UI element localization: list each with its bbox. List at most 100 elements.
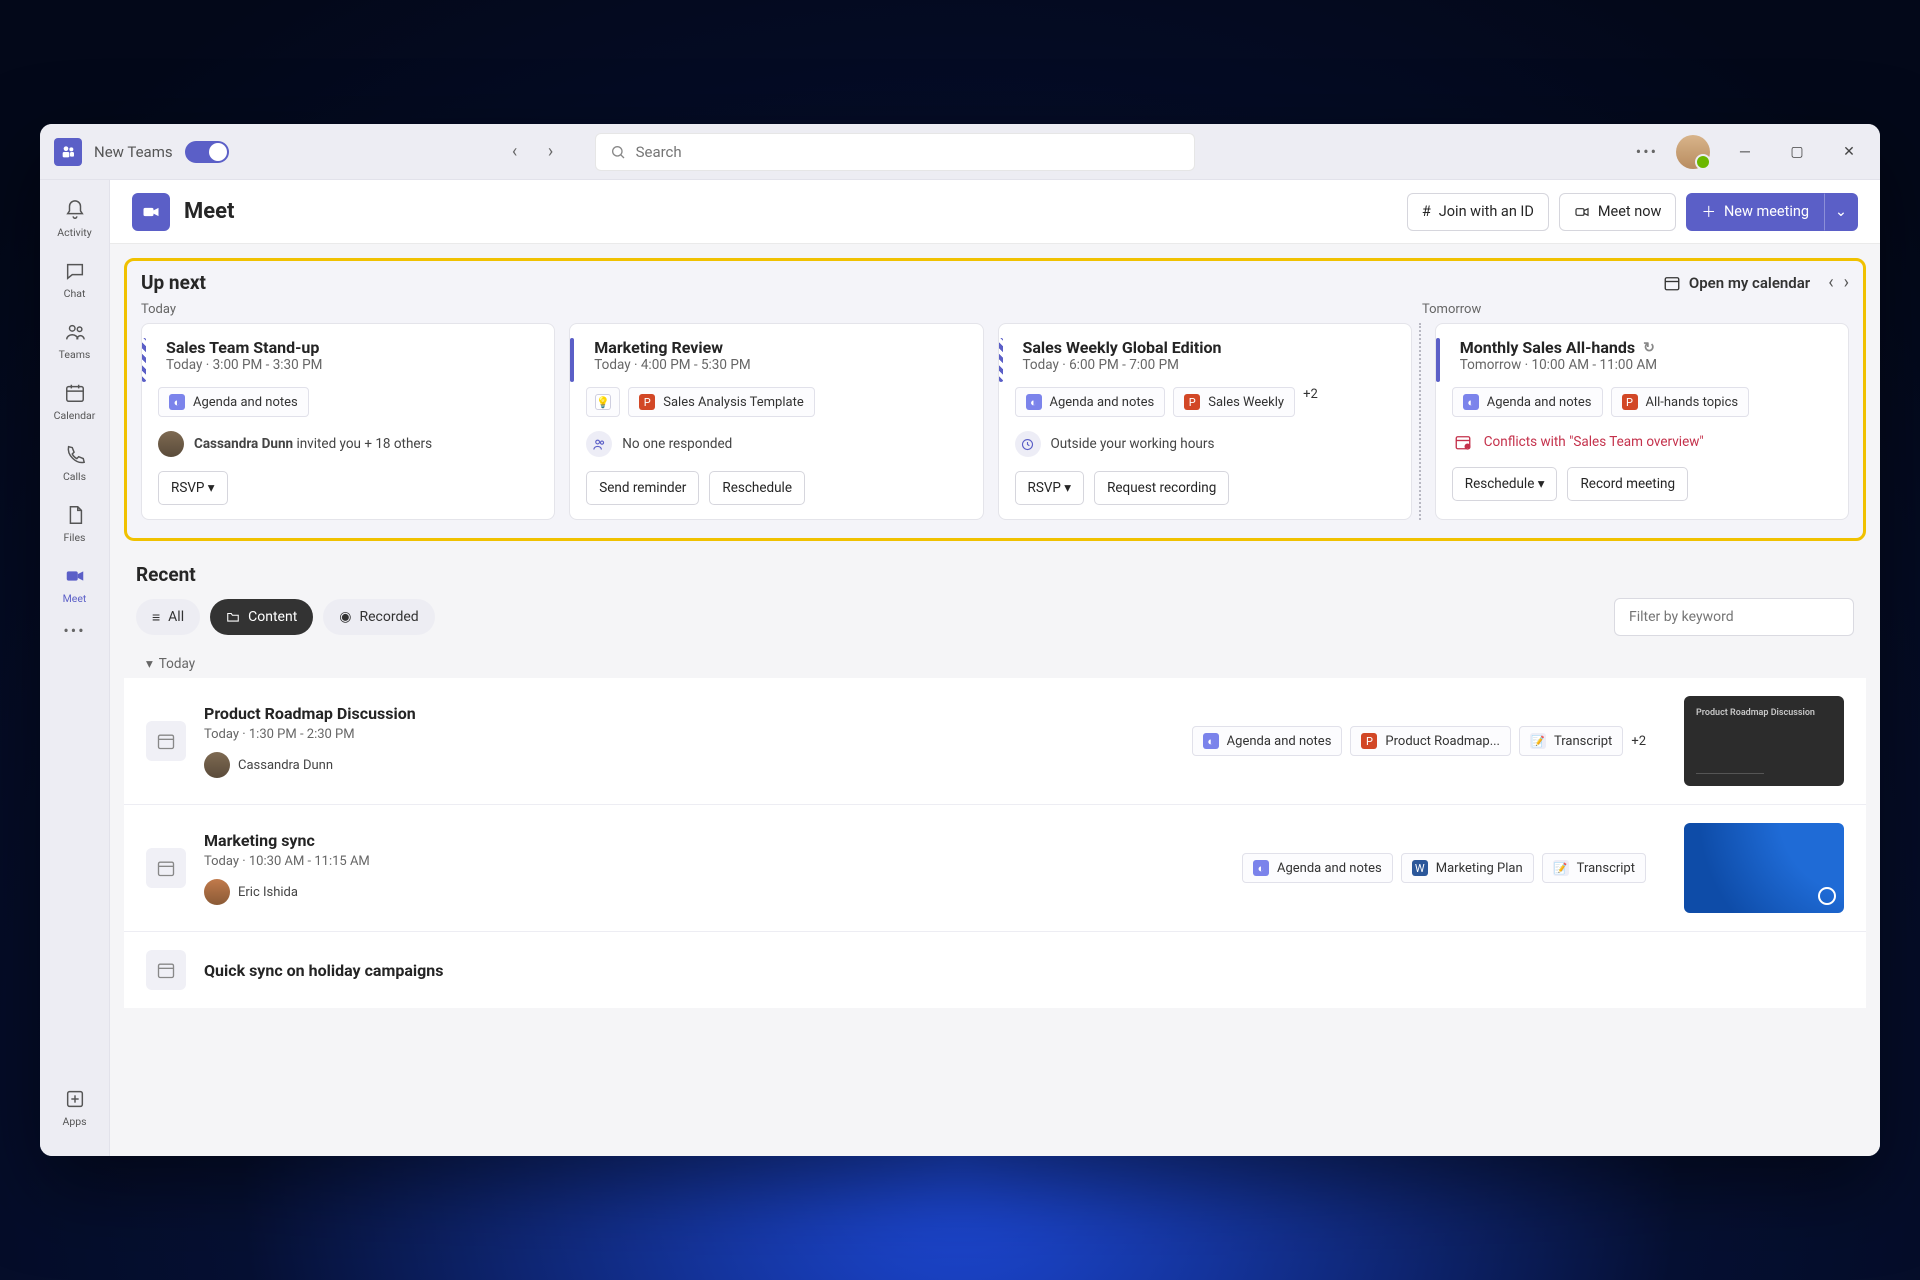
attachment-chip[interactable]: PSales Analysis Template [628,387,814,417]
rail-calls[interactable]: Calls [46,434,104,491]
chip-all[interactable]: ≡ All [136,599,200,635]
loop-icon: ◐ [169,394,185,410]
powerpoint-icon: P [1622,394,1638,410]
today-label: Today [141,302,1422,317]
rail-chat[interactable]: Chat [46,251,104,308]
day-separator [1419,323,1421,520]
meeting-title: Marketing Review [586,338,968,357]
apps-icon [63,1087,87,1111]
attachment-chip[interactable]: WMarketing Plan [1401,853,1534,883]
search-box[interactable] [595,133,1195,171]
attachment-chip[interactable]: ◐Agenda and notes [1452,387,1603,417]
more-options-button[interactable]: ••• [1636,142,1658,161]
attachment-chip[interactable]: PProduct Roadmap... [1350,726,1511,756]
user-avatar[interactable] [1676,135,1710,169]
search-icon [610,144,626,160]
chip-recorded[interactable]: ◉ Recorded [323,599,434,635]
people-outline-icon [586,431,612,457]
rail-apps[interactable]: Apps [46,1079,104,1136]
recording-thumbnail[interactable] [1684,823,1844,913]
attachment-chip[interactable]: PSales Weekly [1173,387,1295,417]
chip-content[interactable]: Content [210,599,313,635]
new-teams-label: New Teams [94,143,173,161]
record-meeting-button[interactable]: Record meeting [1567,467,1688,501]
recent-item[interactable]: Quick sync on holiday campaigns [124,932,1866,1008]
people-icon [63,320,87,344]
recent-item-time: Today · 1:30 PM - 2:30 PM [204,727,484,742]
rail-meet[interactable]: Meet [46,556,104,613]
meeting-card[interactable]: Monthly Sales All-hands ↻ Tomorrow · 10:… [1435,323,1849,520]
recording-thumbnail[interactable]: Product Roadmap Discussion [1684,696,1844,786]
meeting-card[interactable]: Sales Weekly Global Edition Today · 6:00… [998,323,1412,520]
attachment-chip[interactable]: PAll-hands topics [1611,387,1750,417]
minimize-button[interactable]: ─ [1728,136,1762,168]
response-info: No one responded [586,431,968,457]
overflow-count[interactable]: +2 [1303,387,1318,417]
recurring-icon: ↻ [1643,340,1655,356]
app-rail: Activity Chat Teams Calendar Calls Files [40,180,110,1156]
maximize-button[interactable]: ▢ [1780,136,1814,168]
conflict-icon: ! [1452,431,1474,453]
recent-item[interactable]: Marketing sync Today · 10:30 AM - 11:15 … [124,805,1866,932]
recent-item-title: Marketing sync [204,831,484,850]
list-icon: ≡ [152,609,160,626]
attachment-chip[interactable]: ◐Agenda and notes [1015,387,1166,417]
open-my-calendar-button[interactable]: Open my calendar [1663,274,1810,292]
meeting-card[interactable]: Sales Team Stand-up Today · 3:00 PM - 3:… [141,323,555,520]
organizer-avatar [158,431,184,457]
transcript-icon: 📝 [1530,733,1546,749]
meet-header-icon [132,193,170,231]
attachment-chip[interactable]: ◐Agenda and notes [158,387,309,417]
loop-icon: ◐ [1253,860,1269,876]
lightbulb-icon: 💡 [595,394,611,410]
chevron-down-icon: ⌄ [1835,203,1847,220]
titlebar: New Teams ‹ › ••• ─ ▢ ✕ [40,124,1880,180]
calendar-thumb-icon [146,950,186,990]
rsvp-button[interactable]: RSVP ▾ [1015,471,1085,505]
rail-activity[interactable]: Activity [46,190,104,247]
meeting-accent-bar [570,338,574,382]
rail-files[interactable]: Files [46,495,104,552]
loop-icon: ◐ [1203,733,1219,749]
video-icon [63,564,87,588]
new-meeting-button[interactable]: ＋ New meeting [1686,193,1824,231]
nav-back-button[interactable]: ‹ [501,138,529,166]
recent-item[interactable]: Product Roadmap Discussion Today · 1:30 … [124,678,1866,805]
new-teams-toggle[interactable] [185,141,229,163]
overflow-count[interactable]: +2 [1631,734,1646,749]
tomorrow-label: Tomorrow [1422,302,1849,317]
meeting-time: Today · 6:00 PM - 7:00 PM [1015,357,1397,373]
attachment-chip[interactable]: ◐Agenda and notes [1242,853,1393,883]
attachment-chip[interactable]: 📝Transcript [1542,853,1646,883]
nav-forward-button[interactable]: › [537,138,565,166]
meeting-card[interactable]: Marketing Review Today · 4:00 PM - 5:30 … [569,323,983,520]
loop-icon: ◐ [1463,394,1479,410]
calendar-next-button[interactable]: › [1844,272,1849,293]
join-with-id-button[interactable]: # Join with an ID [1407,193,1549,231]
group-header[interactable]: ▾ Today [146,656,1866,672]
suggestion-chip[interactable]: 💡 [586,387,620,417]
send-reminder-button[interactable]: Send reminder [586,471,699,505]
close-button[interactable]: ✕ [1832,136,1866,168]
rail-teams[interactable]: Teams [46,312,104,369]
up-next-title: Up next [141,271,206,294]
new-meeting-dropdown[interactable]: ⌄ [1824,193,1858,231]
phone-icon [63,442,87,466]
rail-more-button[interactable]: ••• [63,621,85,640]
rail-calendar[interactable]: Calendar [46,373,104,430]
rsvp-button[interactable]: RSVP ▾ [158,471,228,505]
reschedule-button[interactable]: Reschedule ▾ [1452,467,1558,501]
attachment-chip[interactable]: ◐Agenda and notes [1192,726,1343,756]
attachment-chip[interactable]: 📝Transcript [1519,726,1623,756]
reschedule-button[interactable]: Reschedule [709,471,805,505]
calendar-small-icon [1663,274,1681,292]
filter-input[interactable] [1614,598,1854,636]
request-recording-button[interactable]: Request recording [1094,471,1229,505]
search-input[interactable] [636,143,1180,161]
meeting-accent-bar [142,338,146,382]
app-window: New Teams ‹ › ••• ─ ▢ ✕ Activity [40,124,1880,1156]
recent-item-organizer: Cassandra Dunn [204,752,484,778]
calendar-prev-button[interactable]: ‹ [1828,272,1833,293]
working-hours-info: Outside your working hours [1015,431,1397,457]
meet-now-button[interactable]: Meet now [1559,193,1677,231]
